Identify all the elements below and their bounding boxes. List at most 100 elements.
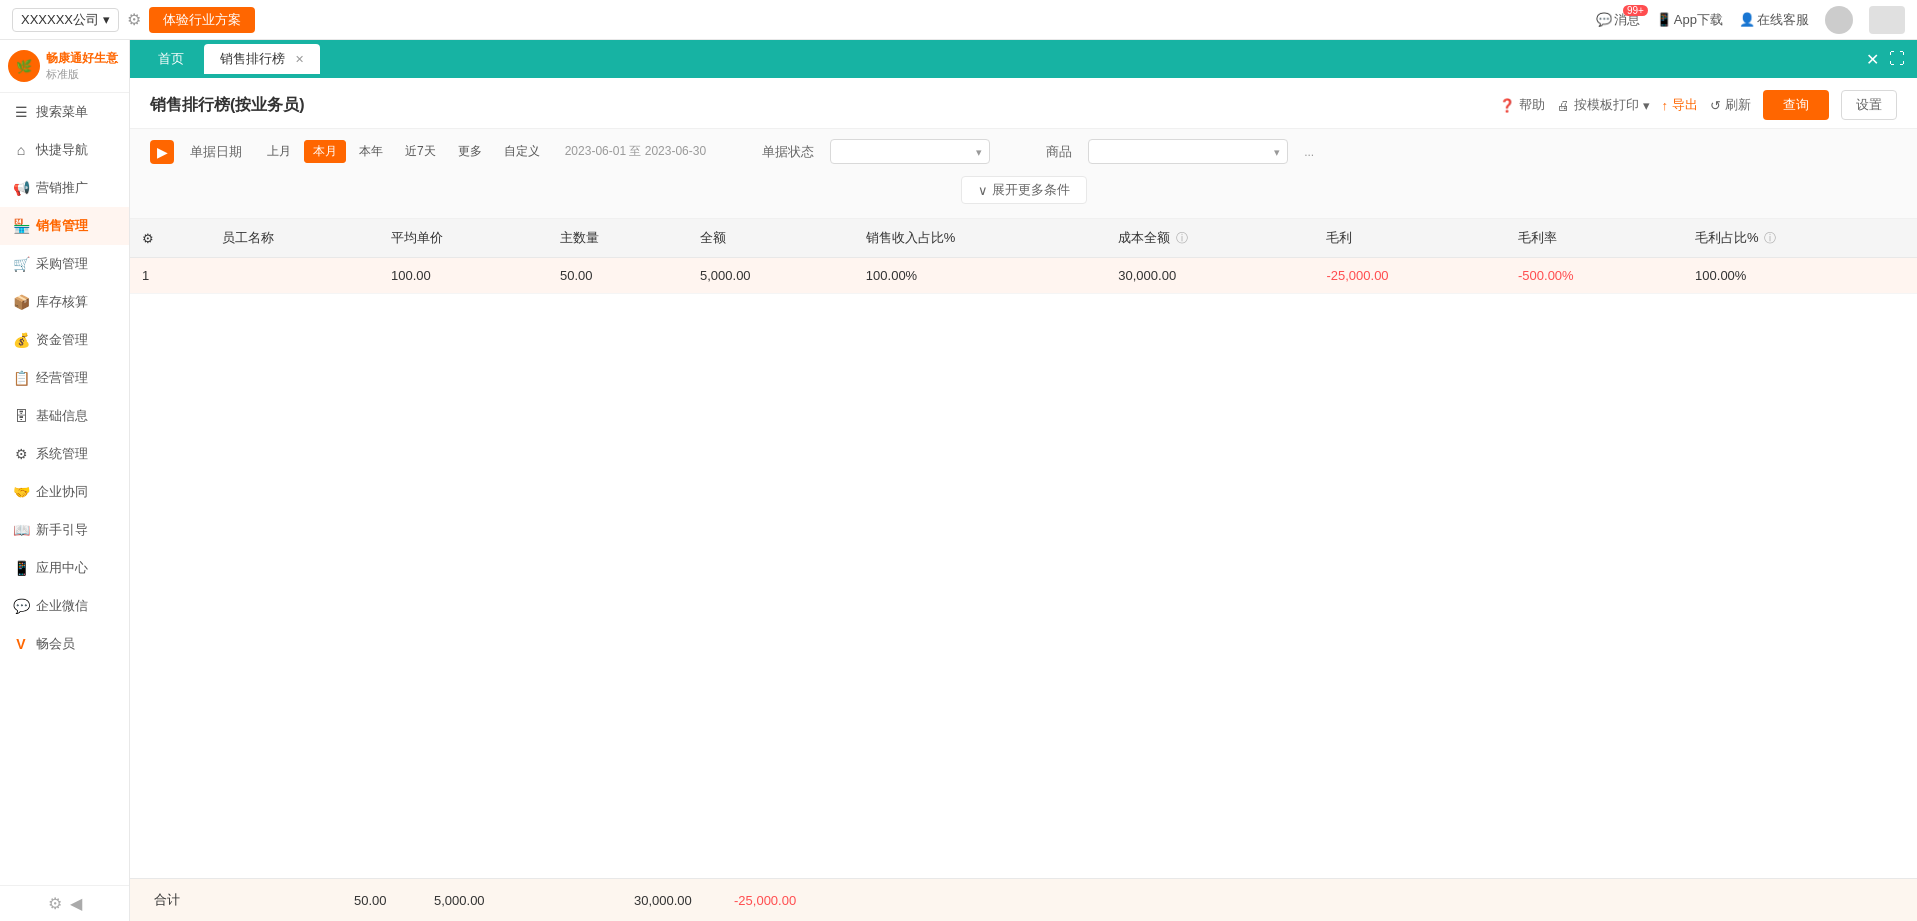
dropdown-icon: ▾	[103, 12, 110, 27]
tab-home-label: 首页	[158, 50, 184, 68]
filter-toggle-btn[interactable]: ▶	[150, 140, 174, 164]
search-icon: ☰	[12, 104, 30, 120]
goods-input-wrap	[1088, 139, 1288, 164]
footer-gross: -25,000.00	[722, 889, 822, 912]
sidebar-label-system: 系统管理	[36, 445, 88, 463]
table-row: 1 100.00 50.00 5,000.00 100.00% 30,000.0…	[130, 258, 1917, 294]
sidebar-label-marketing: 营销推广	[36, 179, 88, 197]
sidebar-item-cooperation[interactable]: 🤝 企业协同	[0, 473, 129, 511]
tab-sales-ranking[interactable]: 销售排行榜 ✕	[204, 44, 320, 74]
avatar[interactable]	[1825, 6, 1853, 34]
logo-text: 畅康通好生意 标准版	[46, 50, 118, 82]
sidebar-item-marketing[interactable]: 📢 营销推广	[0, 169, 129, 207]
tab-close-icon[interactable]: ✕	[295, 53, 304, 66]
sidebar-item-wechat[interactable]: 💬 企业微信	[0, 587, 129, 625]
tab-home[interactable]: 首页	[142, 44, 200, 74]
th-cost: 成本全额 ⓘ	[1106, 219, 1314, 258]
export-btn[interactable]: ↑ 导出	[1662, 96, 1699, 114]
member-icon: V	[12, 636, 30, 652]
sidebar-item-app-center[interactable]: 📱 应用中心	[0, 549, 129, 587]
export-label: 导出	[1672, 96, 1698, 114]
th-cost-label: 成本全额	[1118, 230, 1170, 245]
query-button[interactable]: 查询	[1763, 90, 1829, 120]
goods-input[interactable]	[1088, 139, 1288, 164]
table-wrap: ⚙ 员工名称 平均单价 主数量 全额 销售收入占比% 成本全额 ⓘ 毛利	[130, 219, 1917, 878]
cost-info-icon[interactable]: ⓘ	[1176, 231, 1188, 245]
trial-button[interactable]: 体验行业方案	[149, 7, 255, 33]
footer-cost: 30,000.00	[622, 889, 722, 912]
app-download-btn[interactable]: 📱 App下载	[1656, 11, 1723, 29]
th-gross-rate: 毛利率	[1506, 219, 1683, 258]
content-area: 首页 销售排行榜 ✕ ✕ ⛶ 销售排行榜(按业务员) ❓ 帮助	[130, 40, 1917, 921]
sidebar-label-wechat: 企业微信	[36, 597, 88, 615]
gear-icon[interactable]: ⚙	[127, 10, 141, 29]
cooperation-icon: 🤝	[12, 484, 30, 500]
filter-area: ▶ 单据日期 上月 本月 本年 近7天 更多 自定义 2023-06-01 至 …	[130, 129, 1917, 219]
th-gross-ratio: 毛利占比% ⓘ	[1683, 219, 1917, 258]
service-label: 在线客服	[1757, 11, 1809, 29]
sidebar-item-search-order[interactable]: ☰ 搜索菜单	[0, 93, 129, 131]
sales-ranking-table: ⚙ 员工名称 平均单价 主数量 全额 销售收入占比% 成本全额 ⓘ 毛利	[130, 219, 1917, 294]
sidebar-item-sales[interactable]: 🏪 销售管理	[0, 207, 129, 245]
user-menu[interactable]	[1869, 6, 1905, 34]
sidebar-item-inventory[interactable]: 📦 库存核算	[0, 283, 129, 321]
th-sales-ratio: 销售收入占比%	[854, 219, 1106, 258]
expand-btn[interactable]: ∨ 展开更多条件	[961, 176, 1087, 204]
date-filter-label: 单据日期	[190, 143, 242, 161]
cell-main-qty: 50.00	[548, 258, 688, 294]
settings-bottom-btn[interactable]: ⚙	[48, 894, 62, 913]
cell-gross: -25,000.00	[1314, 258, 1506, 294]
date-tab-7days[interactable]: 近7天	[396, 140, 445, 163]
help-label: 帮助	[1519, 96, 1545, 114]
wechat-icon: 💬	[12, 598, 30, 614]
status-select[interactable]	[830, 139, 990, 164]
chevron-down-icon: ∨	[978, 183, 988, 198]
help-btn[interactable]: ❓ 帮助	[1499, 96, 1545, 114]
message-btn[interactable]: 💬 消息 99+	[1596, 11, 1640, 29]
sidebar-label-purchase: 采购管理	[36, 255, 88, 273]
sidebar-item-quick-nav[interactable]: ⌂ 快捷导航	[0, 131, 129, 169]
th-settings: ⚙	[130, 219, 210, 258]
refresh-icon: ↺	[1710, 98, 1721, 113]
date-tab-more[interactable]: 更多	[449, 140, 491, 163]
sidebar-item-purchase[interactable]: 🛒 采购管理	[0, 245, 129, 283]
sidebar-item-basic-info[interactable]: 🗄 基础信息	[0, 397, 129, 435]
maximize-icon[interactable]: ⛶	[1889, 50, 1905, 69]
date-tab-this-month[interactable]: 本月	[304, 140, 346, 163]
sidebar-item-member[interactable]: V 畅会员	[0, 625, 129, 663]
date-tab-this-year[interactable]: 本年	[350, 140, 392, 163]
operations-icon: 📋	[12, 370, 30, 386]
footer-avg-price	[262, 896, 342, 904]
sidebar-logo: 🌿 畅康通好生意 标准版	[0, 40, 129, 93]
close-window-icon[interactable]: ✕	[1866, 50, 1879, 69]
table-body: 1 100.00 50.00 5,000.00 100.00% 30,000.0…	[130, 258, 1917, 294]
sidebar-item-finance[interactable]: 💰 资金管理	[0, 321, 129, 359]
sidebar-item-system[interactable]: ⚙ 系统管理	[0, 435, 129, 473]
header-row: ⚙ 员工名称 平均单价 主数量 全额 销售收入占比% 成本全额 ⓘ 毛利	[130, 219, 1917, 258]
th-main-qty: 主数量	[548, 219, 688, 258]
sidebar-item-guide[interactable]: 📖 新手引导	[0, 511, 129, 549]
company-selector[interactable]: XXXXXX公司 ▾	[12, 8, 119, 32]
collapse-btn[interactable]: ◀	[70, 894, 82, 913]
sidebar-item-operations[interactable]: 📋 经营管理	[0, 359, 129, 397]
sidebar-label-basic-info: 基础信息	[36, 407, 88, 425]
online-service-btn[interactable]: 👤 在线客服	[1739, 11, 1809, 29]
print-icon: 🖨	[1557, 98, 1570, 113]
table-header: ⚙ 员工名称 平均单价 主数量 全额 销售收入占比% 成本全额 ⓘ 毛利	[130, 219, 1917, 258]
page-title: 销售排行榜(按业务员)	[150, 95, 305, 116]
date-tab-custom[interactable]: 自定义	[495, 140, 549, 163]
date-tab-last-month[interactable]: 上月	[258, 140, 300, 163]
more-filter-link[interactable]: ...	[1304, 145, 1314, 159]
print-btn[interactable]: 🖨 按模板打印 ▾	[1557, 96, 1650, 114]
sidebar-label-finance: 资金管理	[36, 331, 88, 349]
basic-info-icon: 🗄	[12, 408, 30, 424]
cell-cost: 30,000.00	[1106, 258, 1314, 294]
column-settings-icon[interactable]: ⚙	[142, 231, 154, 246]
filter-row-1: ▶ 单据日期 上月 本月 本年 近7天 更多 自定义 2023-06-01 至 …	[150, 139, 1897, 164]
tab-sales-label: 销售排行榜	[220, 50, 285, 68]
settings-button[interactable]: 设置	[1841, 90, 1897, 120]
cell-gross-ratio: 100.00%	[1683, 258, 1917, 294]
gross-ratio-info-icon[interactable]: ⓘ	[1764, 231, 1776, 245]
goods-filter-label: 商品	[1046, 143, 1072, 161]
refresh-btn[interactable]: ↺ 刷新	[1710, 96, 1751, 114]
